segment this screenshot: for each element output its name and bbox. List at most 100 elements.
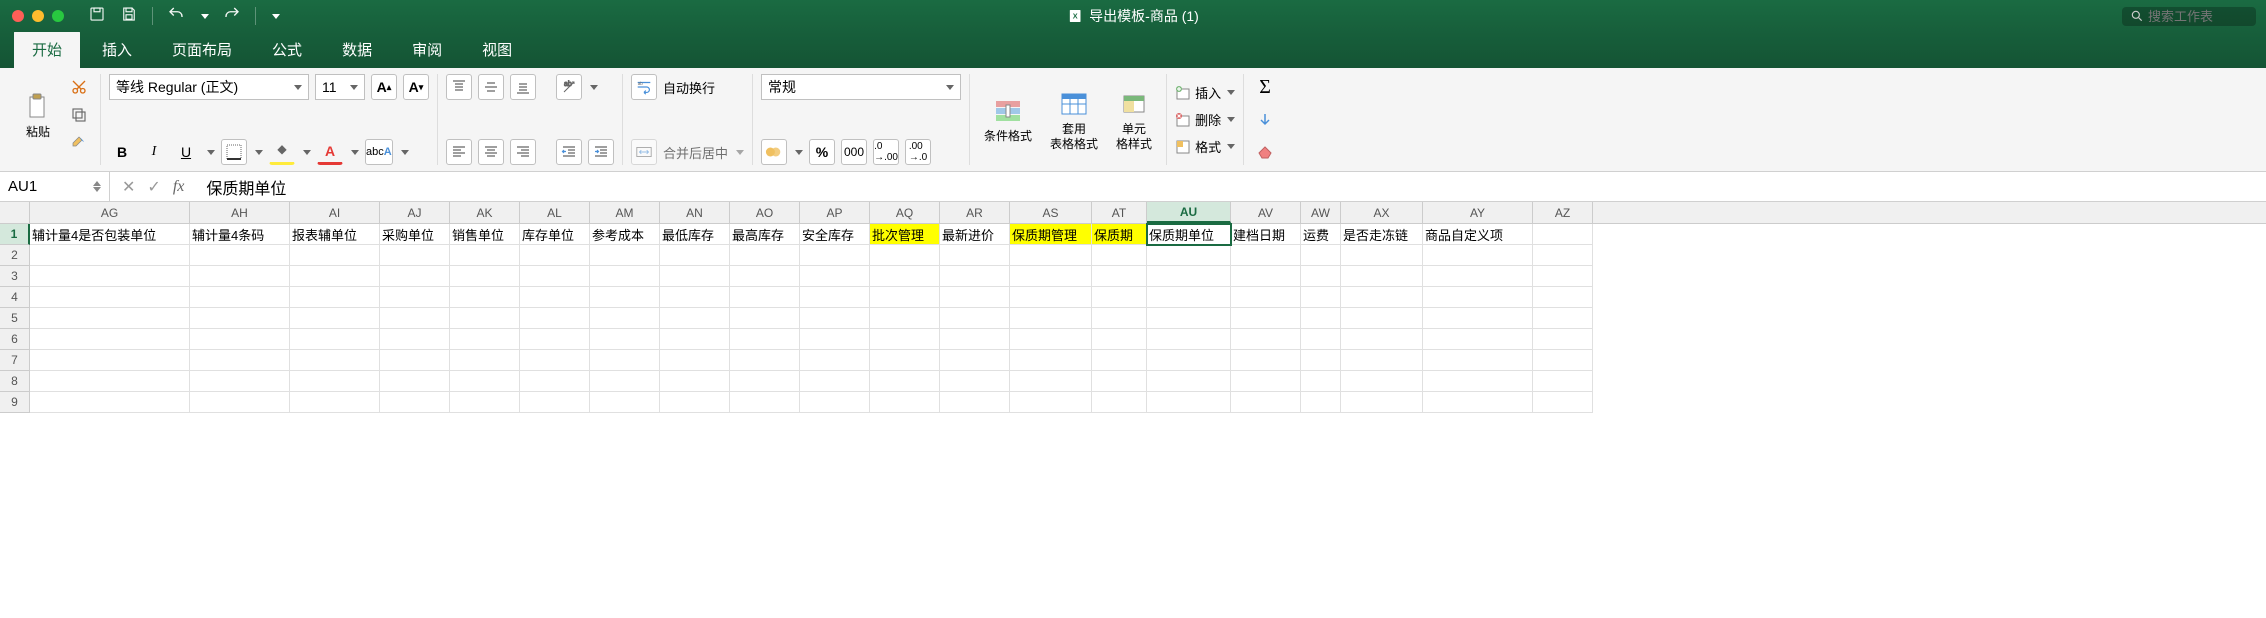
cell-AS2[interactable] — [1010, 245, 1092, 266]
cell-AL1[interactable]: 库存单位 — [520, 224, 590, 245]
cell-AN4[interactable] — [660, 287, 730, 308]
row-header-8[interactable]: 8 — [0, 371, 30, 392]
cell-AZ5[interactable] — [1533, 308, 1593, 329]
cell-AX1[interactable]: 是否走冻链 — [1341, 224, 1423, 245]
cell-AV9[interactable] — [1231, 392, 1301, 413]
cell-AV2[interactable] — [1231, 245, 1301, 266]
cell-AG5[interactable] — [30, 308, 190, 329]
cell-AJ9[interactable] — [380, 392, 450, 413]
cell-AZ3[interactable] — [1533, 266, 1593, 287]
column-header-AR[interactable]: AR — [940, 202, 1010, 223]
column-header-AM[interactable]: AM — [590, 202, 660, 223]
cell-AS1[interactable]: 保质期管理 — [1010, 224, 1092, 245]
cell-AT6[interactable] — [1092, 329, 1147, 350]
column-header-AN[interactable]: AN — [660, 202, 730, 223]
cell-AQ4[interactable] — [870, 287, 940, 308]
decrease-indent-button[interactable] — [556, 139, 582, 165]
close-window-button[interactable] — [12, 10, 24, 22]
undo-icon[interactable] — [167, 5, 185, 28]
bold-button[interactable]: B — [109, 139, 135, 165]
cell-AY2[interactable] — [1423, 245, 1533, 266]
column-header-AS[interactable]: AS — [1010, 202, 1092, 223]
cell-AY7[interactable] — [1423, 350, 1533, 371]
cell-AK7[interactable] — [450, 350, 520, 371]
tab-审阅[interactable]: 审阅 — [394, 31, 460, 68]
maximize-window-button[interactable] — [52, 10, 64, 22]
cell-AI4[interactable] — [290, 287, 380, 308]
column-header-AK[interactable]: AK — [450, 202, 520, 223]
cell-AN9[interactable] — [660, 392, 730, 413]
cell-AJ2[interactable] — [380, 245, 450, 266]
cell-AT9[interactable] — [1092, 392, 1147, 413]
row-header-6[interactable]: 6 — [0, 329, 30, 350]
cell-AG2[interactable] — [30, 245, 190, 266]
cell-AM5[interactable] — [590, 308, 660, 329]
column-header-AJ[interactable]: AJ — [380, 202, 450, 223]
row-header-9[interactable]: 9 — [0, 392, 30, 413]
cell-AR8[interactable] — [940, 371, 1010, 392]
cell-AQ8[interactable] — [870, 371, 940, 392]
cell-AP6[interactable] — [800, 329, 870, 350]
cell-AM3[interactable] — [590, 266, 660, 287]
cell-AX9[interactable] — [1341, 392, 1423, 413]
cell-AV6[interactable] — [1231, 329, 1301, 350]
cell-AO8[interactable] — [730, 371, 800, 392]
column-header-AT[interactable]: AT — [1092, 202, 1147, 223]
enter-formula-button[interactable]: ✓ — [147, 177, 160, 197]
cell-AL2[interactable] — [520, 245, 590, 266]
cell-AX3[interactable] — [1341, 266, 1423, 287]
cell-AG1[interactable]: 辅计量4是否包装单位 — [30, 224, 190, 245]
cell-AG7[interactable] — [30, 350, 190, 371]
cell-AK2[interactable] — [450, 245, 520, 266]
cell-AU6[interactable] — [1147, 329, 1231, 350]
column-header-AL[interactable]: AL — [520, 202, 590, 223]
cell-AY8[interactable] — [1423, 371, 1533, 392]
cell-AH2[interactable] — [190, 245, 290, 266]
cell-AM8[interactable] — [590, 371, 660, 392]
percent-button[interactable]: % — [809, 139, 835, 165]
cell-AM7[interactable] — [590, 350, 660, 371]
increase-font-button[interactable]: A▴ — [371, 74, 397, 100]
cell-AR5[interactable] — [940, 308, 1010, 329]
cell-AN1[interactable]: 最低库存 — [660, 224, 730, 245]
cell-AL7[interactable] — [520, 350, 590, 371]
font-color-button[interactable]: A — [317, 139, 343, 165]
select-all-corner[interactable] — [0, 202, 30, 223]
cell-AK4[interactable] — [450, 287, 520, 308]
cell-AV4[interactable] — [1231, 287, 1301, 308]
clear-button[interactable] — [1252, 139, 1278, 165]
cell-AO7[interactable] — [730, 350, 800, 371]
row-header-5[interactable]: 5 — [0, 308, 30, 329]
cell-AJ6[interactable] — [380, 329, 450, 350]
format-as-table-button[interactable]: 套用 表格格式 — [1044, 86, 1104, 153]
underline-button[interactable]: U — [173, 139, 199, 165]
tab-数据[interactable]: 数据 — [324, 31, 390, 68]
cell-AR6[interactable] — [940, 329, 1010, 350]
cell-AH6[interactable] — [190, 329, 290, 350]
cell-AY5[interactable] — [1423, 308, 1533, 329]
cell-AM2[interactable] — [590, 245, 660, 266]
align-left-button[interactable] — [446, 139, 472, 165]
cell-AV1[interactable]: 建档日期 — [1231, 224, 1301, 245]
cell-AU1[interactable]: 保质期单位 — [1147, 224, 1231, 245]
cell-AP5[interactable] — [800, 308, 870, 329]
cell-AT2[interactable] — [1092, 245, 1147, 266]
cell-AN3[interactable] — [660, 266, 730, 287]
cell-AX6[interactable] — [1341, 329, 1423, 350]
cell-AU3[interactable] — [1147, 266, 1231, 287]
cell-AX8[interactable] — [1341, 371, 1423, 392]
cell-AH8[interactable] — [190, 371, 290, 392]
cell-AI6[interactable] — [290, 329, 380, 350]
column-header-AZ[interactable]: AZ — [1533, 202, 1593, 223]
cell-AN8[interactable] — [660, 371, 730, 392]
paste-button[interactable]: 粘贴 — [16, 89, 60, 141]
cell-AG4[interactable] — [30, 287, 190, 308]
cell-AW7[interactable] — [1301, 350, 1341, 371]
column-header-AV[interactable]: AV — [1231, 202, 1301, 223]
minimize-window-button[interactable] — [32, 10, 44, 22]
cell-AK5[interactable] — [450, 308, 520, 329]
cell-AU4[interactable] — [1147, 287, 1231, 308]
tab-公式[interactable]: 公式 — [254, 31, 320, 68]
cell-AU9[interactable] — [1147, 392, 1231, 413]
cell-AS7[interactable] — [1010, 350, 1092, 371]
